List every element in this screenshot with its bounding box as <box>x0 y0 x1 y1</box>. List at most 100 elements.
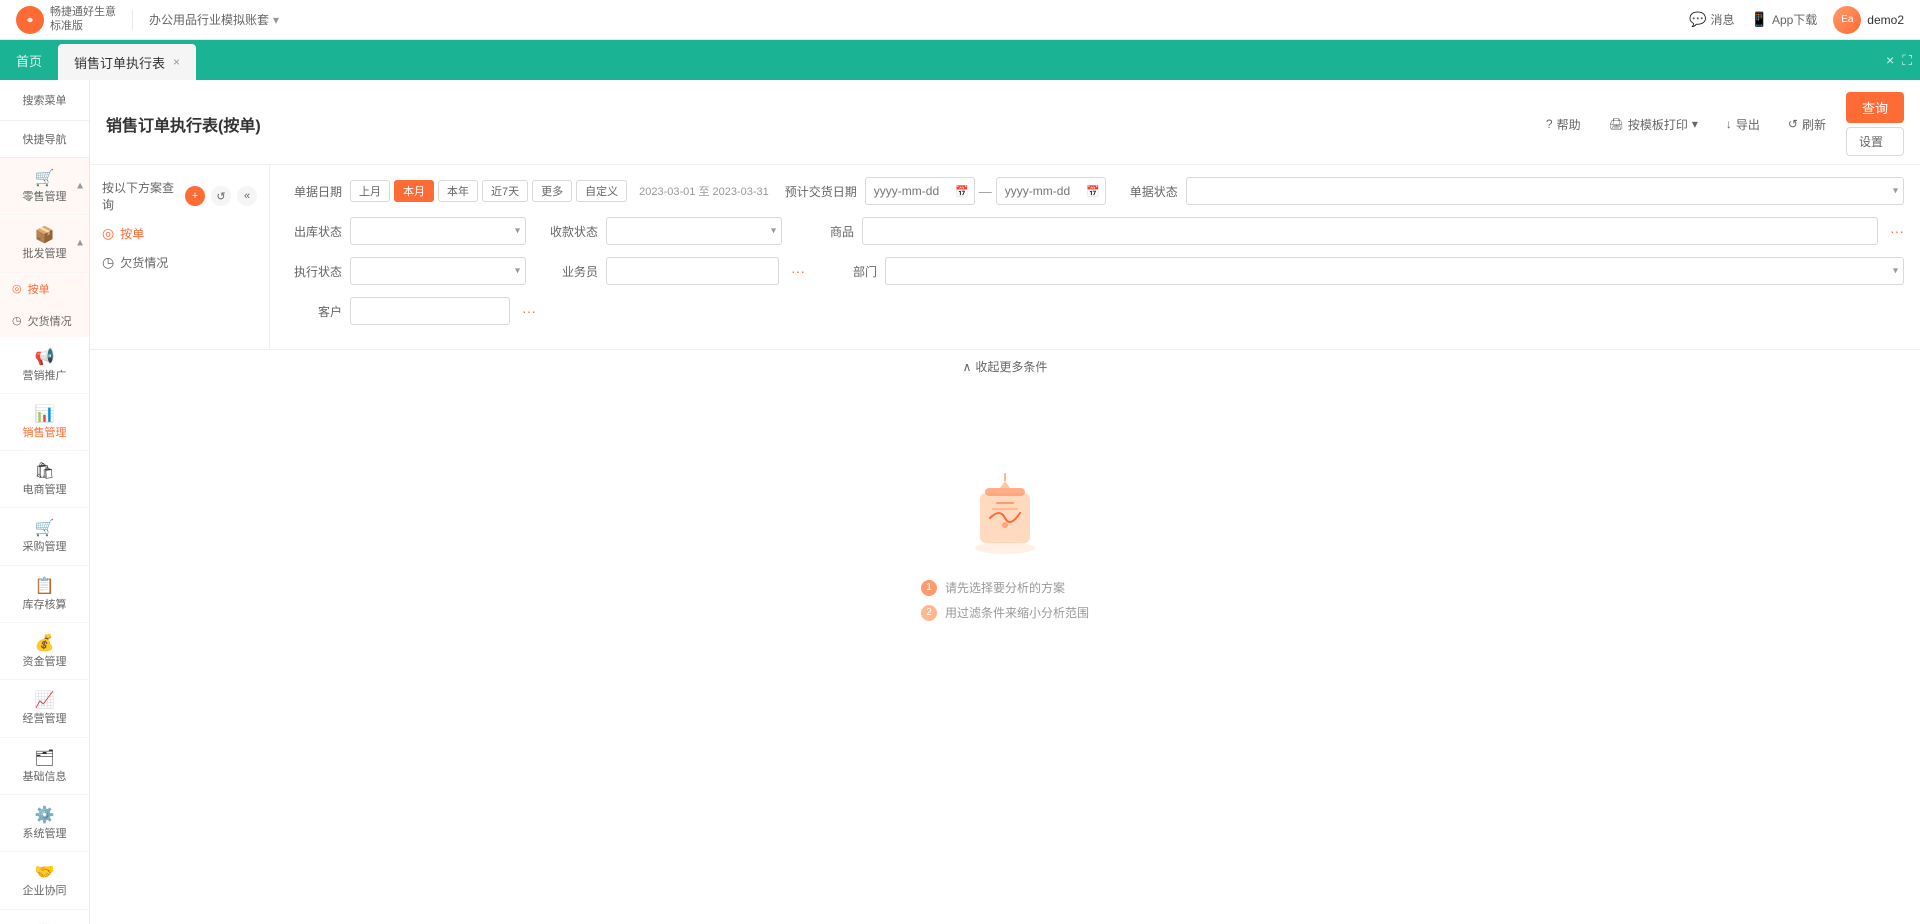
sidebar-item-order[interactable]: ◎ 按单 <box>0 273 89 305</box>
tab-sales-order[interactable]: 销售订单执行表 × <box>58 44 196 80</box>
salesperson-input[interactable] <box>606 257 779 285</box>
basic-icon: 🗂 <box>34 748 54 768</box>
tab-close-icon[interactable]: × <box>173 55 180 69</box>
payment-select-wrapper: ▾ <box>606 217 782 245</box>
sidebar-item-enterprise[interactable]: 🤝 企业协同 <box>0 852 89 909</box>
empty-tip-1: 1 请先选择要分析的方案 <box>921 579 1089 596</box>
sidebar-nav-area: 快捷导航 <box>0 121 89 158</box>
refresh-scheme-button[interactable]: ↺ <box>211 186 231 206</box>
wholesale-expand-icon: ▲ <box>75 238 85 249</box>
user-area[interactable]: Ea demo2 <box>1833 6 1904 34</box>
export-button[interactable]: ↓ 导出 <box>1718 112 1768 137</box>
customer-input[interactable] <box>350 297 510 325</box>
sidebar-item-basic[interactable]: 🗂 基础信息 <box>0 738 89 795</box>
refresh-button[interactable]: ↺ 刷新 <box>1780 112 1834 137</box>
sidebar-item-system[interactable]: ⚙️ 系统管理 <box>0 795 89 852</box>
collapse-panel-button[interactable]: « <box>237 186 257 206</box>
main-layout: 搜索菜单 快捷导航 🛒 零售管理 ▲ 📦 批发管理 ▲ ◎ 按单 ◷ 欠货情况 <box>0 80 1920 924</box>
message-button[interactable]: 💬 消息 <box>1689 11 1734 28</box>
avatar: Ea <box>1833 6 1861 34</box>
ecommerce-icon: 🛍 <box>34 461 54 481</box>
sidebar-item-wholesale[interactable]: 📦 批发管理 ▲ <box>0 215 89 272</box>
filter-left: 按以下方案查询 + ↺ « ◎ 按单 ◷ 欠货情况 <box>90 165 270 349</box>
marketing-icon: 📢 <box>35 347 55 367</box>
sidebar-item-marketing[interactable]: 📢 营销推广 <box>0 337 89 394</box>
filter-status-field: 单据状态 ▾ <box>1122 177 1904 205</box>
date-tag-row: 上月 本月 本年 近7天 更多 自定义 <box>350 180 627 202</box>
empty-tip-2: 2 用过滤条件来缩小分析范围 <box>921 604 1089 621</box>
filter-delivery-field: 出库状态 ▾ <box>286 217 526 245</box>
tag-this-year[interactable]: 本年 <box>438 180 478 202</box>
empty-state: 1 请先选择要分析的方案 2 用过滤条件来缩小分析范围 <box>90 383 1920 701</box>
filter-row-4: 客户 ··· <box>286 297 1904 325</box>
user-name: demo2 <box>1867 13 1904 27</box>
filter-execution-field: 执行状态 ▾ <box>286 257 526 285</box>
wholesale-icon: 📦 <box>35 225 55 245</box>
purchase-icon: 🛒 <box>35 518 55 538</box>
salesperson-dots-icon[interactable]: ··· <box>791 263 805 279</box>
export-icon: ↓ <box>1726 117 1732 131</box>
filter-dept-field: 部门 ▾ <box>821 257 1904 285</box>
filter-scheme-debt[interactable]: ◷ 欠货情况 <box>90 248 269 277</box>
finance-icon: 💰 <box>35 633 55 653</box>
print-button[interactable]: 🖨 按模板打印 ▾ <box>1601 112 1706 137</box>
logo-icon <box>16 6 44 34</box>
tag-custom[interactable]: 自定义 <box>576 180 627 202</box>
sidebar-search-area: 搜索菜单 <box>0 80 89 121</box>
filter-panel: 按以下方案查询 + ↺ « ◎ 按单 ◷ 欠货情况 <box>90 165 1920 349</box>
sidebar-item-ecommerce[interactable]: 🛍 电商管理 <box>0 451 89 508</box>
delivery-label: 出库状态 <box>286 223 342 240</box>
filter-salesperson-field: 业务员 ··· <box>542 257 805 285</box>
empty-illustration <box>955 463 1055 563</box>
tag-this-month[interactable]: 本月 <box>394 180 434 202</box>
search-menu-button[interactable]: 搜索菜单 <box>8 88 81 112</box>
filter-payment-field: 收款状态 ▾ <box>542 217 782 245</box>
tag-7days[interactable]: 近7天 <box>482 180 528 202</box>
tag-last-month[interactable]: 上月 <box>350 180 390 202</box>
sidebar-item-purchase[interactable]: 🛒 采购管理 <box>0 508 89 565</box>
sidebar-item-operation[interactable]: 📈 经营管理 <box>0 680 89 737</box>
sidebar-item-inventory[interactable]: 📋 库存核算 <box>0 566 89 623</box>
filter-left-icons: + ↺ « <box>185 186 257 206</box>
execution-select[interactable] <box>350 257 526 285</box>
tag-more[interactable]: 更多 <box>532 180 572 202</box>
customer-dots-icon[interactable]: ··· <box>522 303 536 319</box>
sidebar-item-sales[interactable]: 📊 销售管理 <box>0 394 89 451</box>
salesperson-label: 业务员 <box>542 263 598 280</box>
sidebar-item-guide[interactable]: 📖 新手引导 <box>0 910 89 924</box>
date-label: 单据日期 <box>286 183 342 200</box>
settings-button[interactable]: 设置 <box>1846 127 1904 156</box>
retail-expand-icon: ▲ <box>75 181 85 192</box>
filter-right: 单据日期 上月 本月 本年 近7天 更多 自定义 2023-03-01 至 20… <box>270 165 1920 349</box>
goods-dots-icon[interactable]: ··· <box>1890 223 1904 239</box>
add-scheme-button[interactable]: + <box>185 186 205 206</box>
delivery-select[interactable] <box>350 217 526 245</box>
filter-row-1: 单据日期 上月 本月 本年 近7天 更多 自定义 2023-03-01 至 20… <box>286 177 1904 205</box>
status-select[interactable] <box>1186 177 1904 205</box>
tab-home[interactable]: 首页 <box>0 40 58 80</box>
help-icon: ? <box>1546 117 1553 131</box>
collapse-bar[interactable]: ∧ 收起更多条件 <box>90 349 1920 383</box>
app-download-button[interactable]: 📱 App下载 <box>1751 11 1818 28</box>
page-header-actions: ? 帮助 🖨 按模板打印 ▾ ↓ 导出 ↺ 刷新 <box>1538 92 1904 156</box>
filter-scheme-order[interactable]: ◎ 按单 <box>90 219 269 248</box>
status-label: 单据状态 <box>1122 183 1178 200</box>
page-title: 销售订单执行表(按单) <box>106 112 261 136</box>
help-button[interactable]: ? 帮助 <box>1538 112 1589 137</box>
window-maximize-icon[interactable]: ⛶ <box>1902 52 1912 69</box>
sidebar-item-retail[interactable]: 🛒 零售管理 ▲ <box>0 158 89 215</box>
dept-select[interactable] <box>885 257 1904 285</box>
query-button[interactable]: 查询 <box>1846 92 1904 123</box>
sidebar-item-debt[interactable]: ◷ 欠货情况 <box>0 305 89 337</box>
window-close-icon[interactable]: × <box>1886 52 1894 68</box>
header-left: 畅捷通好生意 标准版 办公用品行业模拟账套 ▾ <box>16 6 279 34</box>
breadcrumb[interactable]: 办公用品行业模拟账套 ▾ <box>149 11 279 28</box>
sidebar-item-finance[interactable]: 💰 资金管理 <box>0 623 89 680</box>
goods-input[interactable] <box>862 217 1878 245</box>
download-icon: 📱 <box>1751 11 1768 28</box>
quick-nav-button[interactable]: 快捷导航 <box>0 125 89 153</box>
scheme-order-icon: ◎ <box>102 225 114 242</box>
wholesale-sub-menu: ◎ 按单 ◷ 欠货情况 <box>0 273 89 337</box>
payment-select[interactable] <box>606 217 782 245</box>
delivery-select-wrapper: ▾ <box>350 217 526 245</box>
